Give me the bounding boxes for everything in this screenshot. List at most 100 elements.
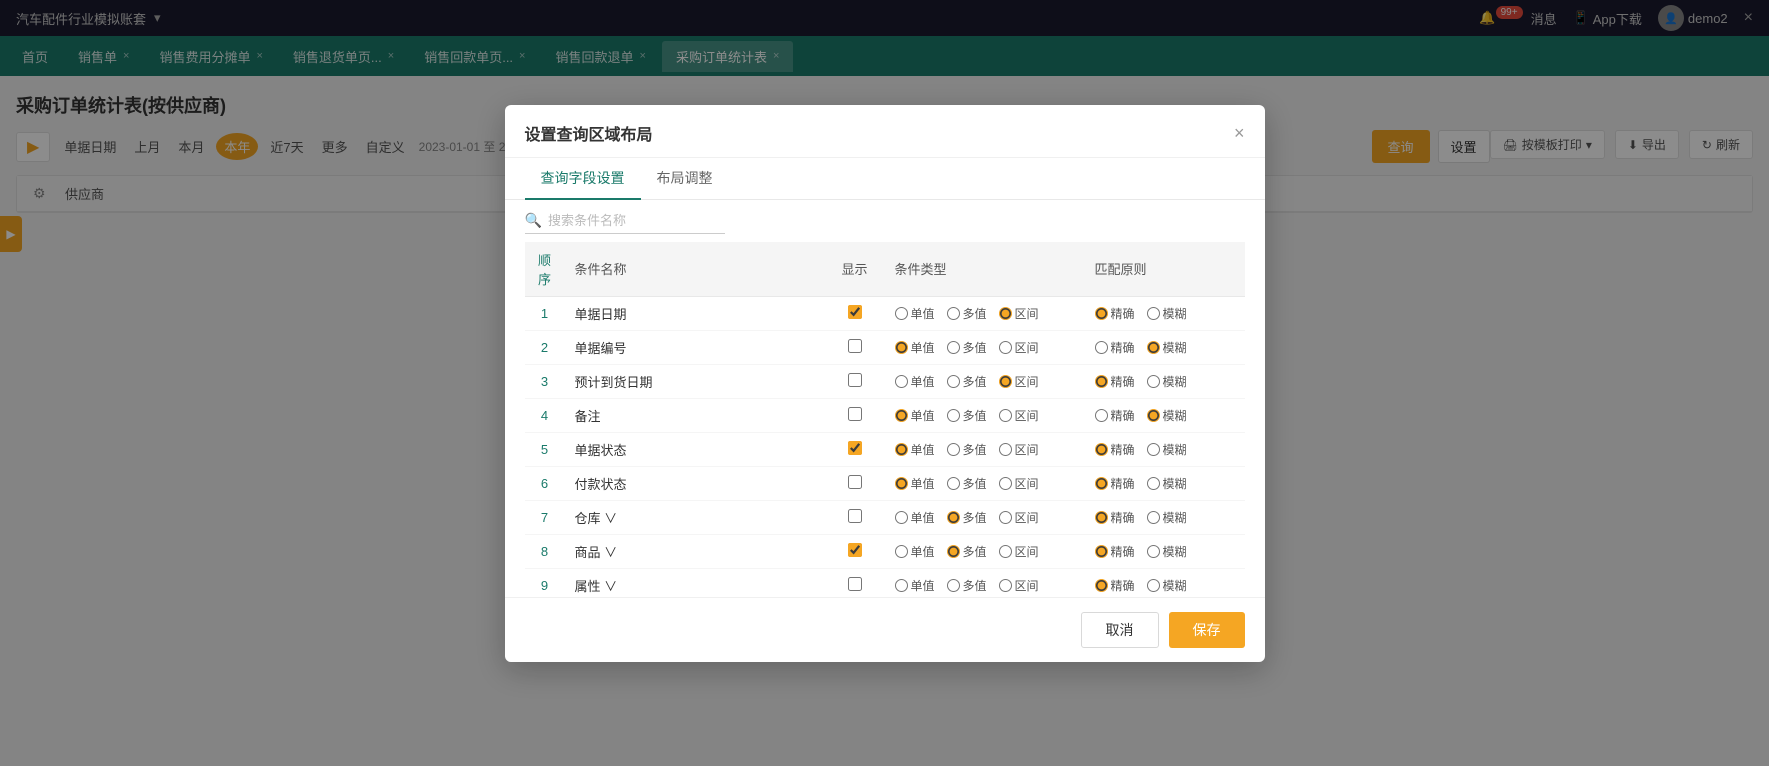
type-radio-single-6[interactable]: 单值 xyxy=(895,509,935,526)
row-order-6: 7 xyxy=(525,500,565,534)
th-name: 条件名称 xyxy=(565,242,825,297)
dialog-tabs: 查询字段设置 布局调整 xyxy=(505,158,1265,200)
rule-radio-fuzzy-4[interactable]: 模糊 xyxy=(1147,441,1187,458)
row-name-0: 单据日期 xyxy=(565,297,825,331)
row-display-3 xyxy=(825,398,885,432)
display-checkbox-6[interactable] xyxy=(848,509,862,523)
rule-radio-exact-3[interactable]: 精确 xyxy=(1095,407,1135,424)
table-row: 5单据状态 单值多值区间 精确模糊 xyxy=(525,432,1245,466)
dialog-table-head: 顺序 条件名称 显示 条件类型 匹配原则 xyxy=(525,242,1245,297)
type-radio-single-7[interactable]: 单值 xyxy=(895,543,935,560)
type-radio-multi-0[interactable]: 多值 xyxy=(947,305,987,322)
display-checkbox-1[interactable] xyxy=(848,339,862,353)
row-display-8 xyxy=(825,568,885,597)
type-radio-range-6[interactable]: 区间 xyxy=(999,509,1039,526)
type-radio-single-4[interactable]: 单值 xyxy=(895,441,935,458)
type-radio-range-1[interactable]: 区间 xyxy=(999,339,1039,356)
display-checkbox-3[interactable] xyxy=(848,407,862,421)
row-order-4: 5 xyxy=(525,432,565,466)
table-row: 8商品 ∨单值多值区间精确模糊 xyxy=(525,534,1245,568)
type-radio-single-3[interactable]: 单值 xyxy=(895,407,935,424)
type-radio-multi-8[interactable]: 多值 xyxy=(947,577,987,594)
rule-radio-fuzzy-6[interactable]: 模糊 xyxy=(1147,509,1187,526)
display-checkbox-7[interactable] xyxy=(848,543,862,557)
th-rule: 匹配原则 xyxy=(1085,242,1245,297)
type-radio-range-3[interactable]: 区间 xyxy=(999,407,1039,424)
type-radio-multi-1[interactable]: 多值 xyxy=(947,339,987,356)
display-checkbox-5[interactable] xyxy=(848,475,862,489)
type-radio-range-4[interactable]: 区间 xyxy=(999,441,1039,458)
type-radio-multi-3[interactable]: 多值 xyxy=(947,407,987,424)
row-order-7: 8 xyxy=(525,534,565,568)
rule-radio-exact-4[interactable]: 精确 xyxy=(1095,441,1135,458)
rule-radio-fuzzy-1[interactable]: 模糊 xyxy=(1147,339,1187,356)
rule-radio-fuzzy-8[interactable]: 模糊 xyxy=(1147,577,1187,594)
type-radio-single-5[interactable]: 单值 xyxy=(895,475,935,492)
rule-radio-fuzzy-2[interactable]: 模糊 xyxy=(1147,373,1187,390)
display-checkbox-0[interactable] xyxy=(848,305,862,319)
row-order-0: 1 xyxy=(525,297,565,331)
row-name-4: 单据状态 xyxy=(565,432,825,466)
type-radio-range-0[interactable]: 区间 xyxy=(999,305,1039,322)
dialog-title: 设置查询区域布局 xyxy=(525,121,653,145)
type-radio-multi-6[interactable]: 多值 xyxy=(947,509,987,526)
row-name-3: 备注 xyxy=(565,398,825,432)
type-radio-multi-4[interactable]: 多值 xyxy=(947,441,987,458)
type-radio-single-0[interactable]: 单值 xyxy=(895,305,935,322)
row-order-1: 2 xyxy=(525,330,565,364)
type-radio-single-8[interactable]: 单值 xyxy=(895,577,935,594)
row-rule-7: 精确模糊 xyxy=(1085,534,1245,568)
display-checkbox-8[interactable] xyxy=(848,577,862,591)
type-radio-range-7[interactable]: 区间 xyxy=(999,543,1039,560)
row-order-3: 4 xyxy=(525,398,565,432)
row-display-5 xyxy=(825,466,885,500)
rule-radio-fuzzy-3[interactable]: 模糊 xyxy=(1147,407,1187,424)
row-display-4 xyxy=(825,432,885,466)
rule-radio-exact-5[interactable]: 精确 xyxy=(1095,475,1135,492)
row-display-0 xyxy=(825,297,885,331)
dialog-tab-layout-label: 布局调整 xyxy=(657,170,713,186)
type-radio-single-1[interactable]: 单值 xyxy=(895,339,935,356)
rule-radio-exact-2[interactable]: 精确 xyxy=(1095,373,1135,390)
modal-overlay[interactable]: 设置查询区域布局 × 查询字段设置 布局调整 🔍 顺序 xyxy=(0,0,1769,766)
search-input[interactable] xyxy=(548,213,725,228)
row-display-6 xyxy=(825,500,885,534)
row-name-8: 属性 ∨ xyxy=(565,568,825,597)
display-checkbox-2[interactable] xyxy=(848,373,862,387)
table-row: 3预计到货日期单值多值区间精确模糊 xyxy=(525,364,1245,398)
type-radio-multi-2[interactable]: 多值 xyxy=(947,373,987,390)
row-display-1 xyxy=(825,330,885,364)
table-row: 7仓库 ∨单值多值区间精确模糊 xyxy=(525,500,1245,534)
rule-radio-fuzzy-7[interactable]: 模糊 xyxy=(1147,543,1187,560)
type-radio-multi-5[interactable]: 多值 xyxy=(947,475,987,492)
dialog-table-scroll: 1单据日期单值多值区间精确模糊2单据编号单值多值区间精确模糊3预计到货日期单值多… xyxy=(525,297,1245,597)
dialog-tab-layout[interactable]: 布局调整 xyxy=(641,158,729,200)
cancel-btn[interactable]: 取消 xyxy=(1081,612,1159,648)
rule-radio-exact-6[interactable]: 精确 xyxy=(1095,509,1135,526)
row-name-5: 付款状态 xyxy=(565,466,825,500)
table-row: 6付款状态 单值多值区间 精确模糊 xyxy=(525,466,1245,500)
save-btn[interactable]: 保存 xyxy=(1169,612,1245,648)
type-radio-multi-7[interactable]: 多值 xyxy=(947,543,987,560)
type-radio-single-2[interactable]: 单值 xyxy=(895,373,935,390)
rule-radio-exact-7[interactable]: 精确 xyxy=(1095,543,1135,560)
dialog-tab-query-fields[interactable]: 查询字段设置 xyxy=(525,158,641,200)
rule-radio-exact-0[interactable]: 精确 xyxy=(1095,305,1135,322)
rule-radio-exact-8[interactable]: 精确 xyxy=(1095,577,1135,594)
rule-radio-exact-1[interactable]: 精确 xyxy=(1095,339,1135,356)
type-radio-range-8[interactable]: 区间 xyxy=(999,577,1039,594)
dialog-close-btn[interactable]: × xyxy=(1234,124,1245,142)
table-row: 1单据日期 单值多值区间 精确模糊 xyxy=(525,297,1245,331)
row-type-7: 单值多值区间 xyxy=(885,534,1085,568)
rule-radio-fuzzy-5[interactable]: 模糊 xyxy=(1147,475,1187,492)
type-radio-range-2[interactable]: 区间 xyxy=(999,373,1039,390)
dialog: 设置查询区域布局 × 查询字段设置 布局调整 🔍 顺序 xyxy=(505,105,1265,662)
row-order-8: 9 xyxy=(525,568,565,597)
row-rule-5: 精确模糊 xyxy=(1085,466,1245,500)
type-radio-range-5[interactable]: 区间 xyxy=(999,475,1039,492)
dialog-tab-query-fields-label: 查询字段设置 xyxy=(541,170,625,186)
row-order-5: 6 xyxy=(525,466,565,500)
display-checkbox-4[interactable] xyxy=(848,441,862,455)
rule-radio-fuzzy-0[interactable]: 模糊 xyxy=(1147,305,1187,322)
row-type-2: 单值多值区间 xyxy=(885,364,1085,398)
